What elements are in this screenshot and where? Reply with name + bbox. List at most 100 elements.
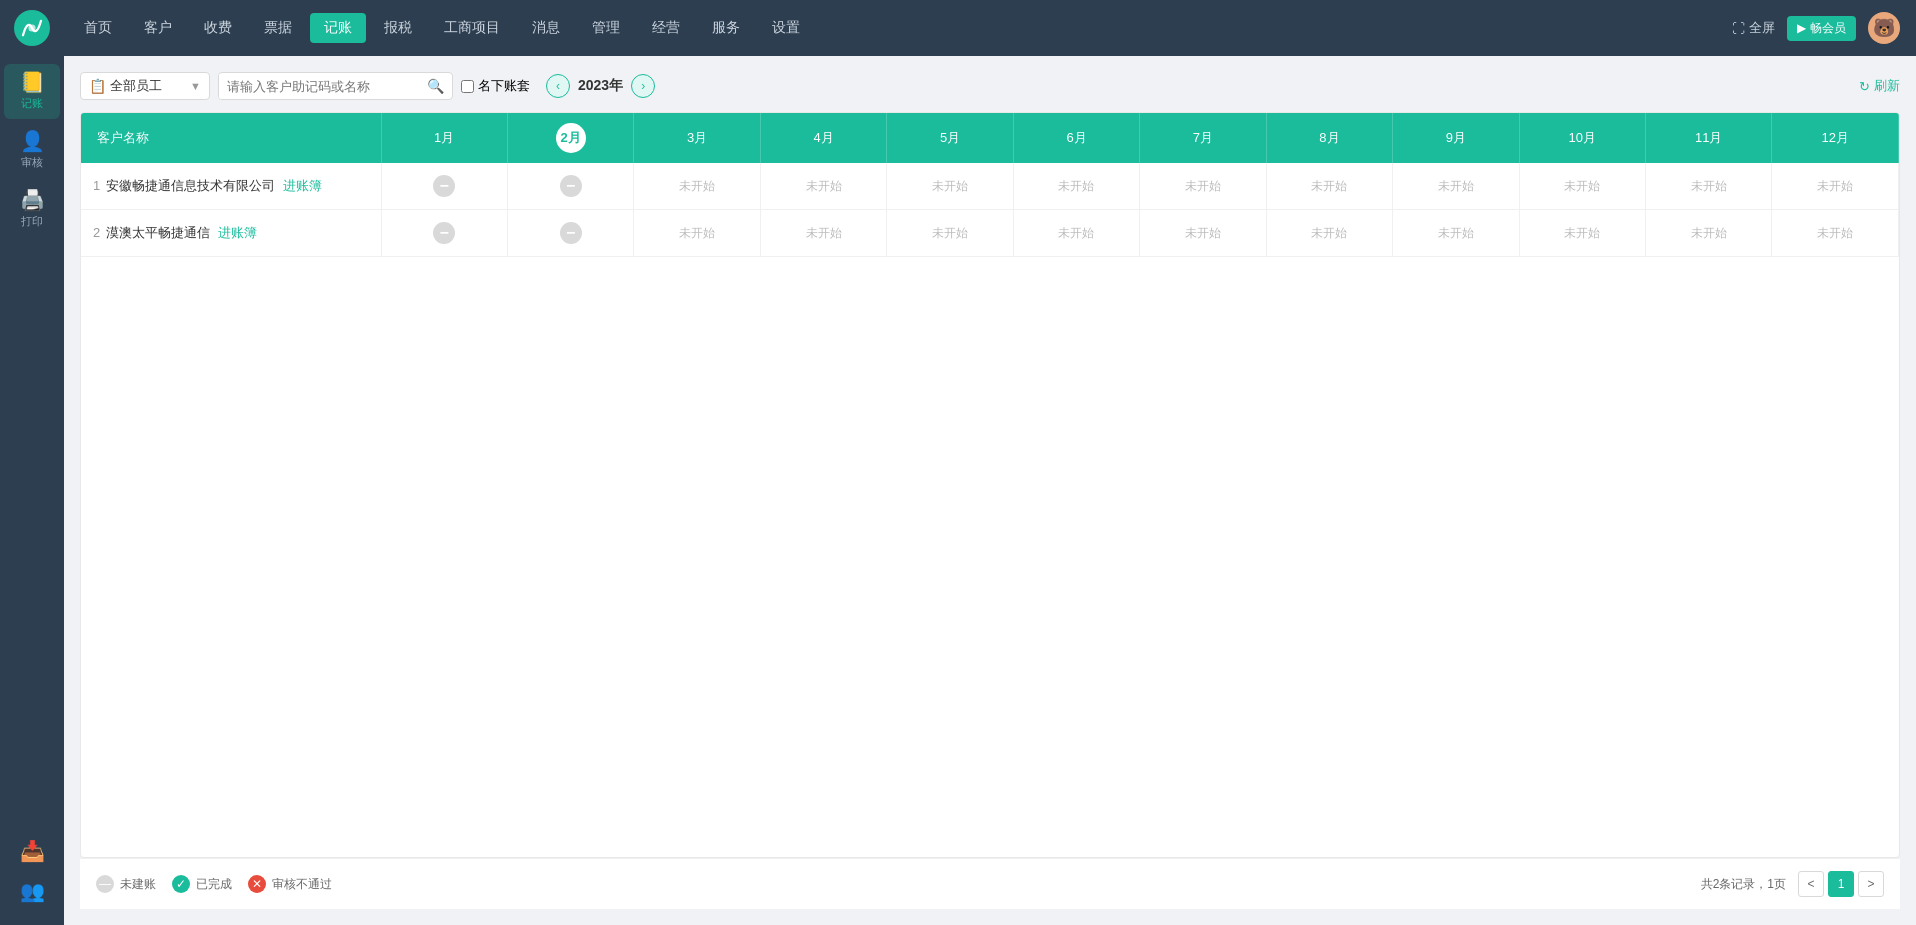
not-started-text: 未开始 (1817, 179, 1853, 193)
month-cell-10: 未开始 (1519, 210, 1645, 257)
prev-page-button[interactable]: < (1798, 871, 1824, 897)
main-content: 📋 全部员工 ▼ 🔍 名下账套 ‹ 2023年 › ↻ 刷新 (64, 56, 1916, 925)
nav-right-actions: ⛶ 全屏 ▶ 畅会员 🐻 (1732, 12, 1900, 44)
month-cell-2[interactable]: − (507, 163, 633, 210)
customer-name: 漠澳太平畅捷通信 (106, 225, 210, 240)
nav-home[interactable]: 首页 (70, 13, 126, 43)
nav-business[interactable]: 工商项目 (430, 13, 514, 43)
subordinate-checkbox[interactable] (461, 80, 474, 93)
col-header-jan: 1月 (381, 113, 507, 163)
month-cell-11: 未开始 (1646, 210, 1772, 257)
bookkeeping-icon: 📒 (20, 72, 45, 92)
not-started-text: 未开始 (1691, 226, 1727, 240)
row-number: 1 (93, 178, 100, 193)
month-cell-12: 未开始 (1772, 163, 1899, 210)
col-header-jun: 6月 (1013, 113, 1139, 163)
not-started-text: 未开始 (1564, 179, 1600, 193)
sidebar-item-download[interactable]: 📥 (4, 833, 60, 869)
col-header-mar: 3月 (634, 113, 760, 163)
left-sidebar: 📒 记账 👤 审核 🖨️ 打印 📥 👥 (0, 56, 64, 925)
month-cell-8: 未开始 (1266, 210, 1392, 257)
nav-customer[interactable]: 客户 (130, 13, 186, 43)
year-navigation: ‹ 2023年 › (546, 74, 655, 98)
not-started-text: 未开始 (1185, 179, 1221, 193)
nav-service[interactable]: 服务 (698, 13, 754, 43)
search-wrap: 🔍 (218, 72, 453, 100)
not-started-text: 未开始 (932, 179, 968, 193)
month-cell-1[interactable]: − (381, 210, 507, 257)
table-row: 2漠澳太平畅捷通信进账簿−−未开始未开始未开始未开始未开始未开始未开始未开始未开… (81, 210, 1899, 257)
nav-operations[interactable]: 经营 (638, 13, 694, 43)
col-header-aug: 8月 (1266, 113, 1392, 163)
search-button[interactable]: 🔍 (419, 73, 452, 99)
not-started-text: 未开始 (1058, 226, 1094, 240)
nav-messages[interactable]: 消息 (518, 13, 574, 43)
not-started-text: 未开始 (1438, 179, 1474, 193)
month-cell-4: 未开始 (760, 210, 886, 257)
subordinate-checkbox-wrap[interactable]: 名下账套 (461, 77, 530, 95)
print-icon: 🖨️ (20, 190, 45, 210)
year-next-button[interactable]: › (631, 74, 655, 98)
refresh-label: 刷新 (1874, 77, 1900, 95)
month-cell-9: 未开始 (1393, 163, 1519, 210)
sidebar-bottom: 📥 👥 (4, 833, 60, 909)
sidebar-item-print[interactable]: 🖨️ 打印 (4, 182, 60, 237)
active-month-circle: 2月 (556, 123, 586, 153)
not-started-text: 未开始 (1058, 179, 1094, 193)
nav-tax[interactable]: 报税 (370, 13, 426, 43)
legend-teal-icon: ✓ (172, 875, 190, 893)
fullscreen-button[interactable]: ⛶ 全屏 (1732, 19, 1775, 37)
account-table: 客户名称 1月 2月 3月 4月 5月 6月 7月 8月 9月 10月 11月 … (81, 113, 1899, 257)
sidebar-item-team[interactable]: 👥 (4, 873, 60, 909)
vip-button[interactable]: ▶ 畅会员 (1787, 16, 1856, 41)
month-cell-5: 未开始 (887, 210, 1013, 257)
not-started-text: 未开始 (1311, 179, 1347, 193)
legend-completed: ✓ 已完成 (172, 875, 232, 893)
sidebar-item-audit[interactable]: 👤 审核 (4, 123, 60, 178)
employee-select[interactable]: 📋 全部员工 ▼ (80, 72, 210, 100)
year-prev-button[interactable]: ‹ (546, 74, 570, 98)
refresh-button[interactable]: ↻ 刷新 (1859, 77, 1900, 95)
download-icon: 📥 (20, 841, 45, 861)
search-input[interactable] (219, 74, 419, 99)
month-cell-1[interactable]: − (381, 163, 507, 210)
not-started-text: 未开始 (1185, 226, 1221, 240)
col-header-sep: 9月 (1393, 113, 1519, 163)
nav-bookkeeping[interactable]: 记账 (310, 13, 366, 43)
nav-invoice[interactable]: 票据 (250, 13, 306, 43)
sidebar-bookkeeping-label: 记账 (21, 96, 43, 111)
legend-completed-label: 已完成 (196, 876, 232, 893)
not-started-text: 未开始 (806, 226, 842, 240)
nav-billing[interactable]: 收费 (190, 13, 246, 43)
nav-management[interactable]: 管理 (578, 13, 634, 43)
employee-icon: 📋 (89, 78, 106, 94)
legend-gray-icon: — (96, 875, 114, 893)
month-cell-5: 未开始 (887, 163, 1013, 210)
account-table-wrap: 客户名称 1月 2月 3月 4月 5月 6月 7月 8月 9月 10月 11月 … (80, 112, 1900, 858)
month-cell-10: 未开始 (1519, 163, 1645, 210)
pagination-info: 共2条记录，1页 (1701, 876, 1786, 893)
not-started-text: 未开始 (1817, 226, 1853, 240)
legend-red-icon: ✕ (248, 875, 266, 893)
col-header-jul: 7月 (1140, 113, 1266, 163)
month-cell-2[interactable]: − (507, 210, 633, 257)
col-header-customer: 客户名称 (81, 113, 381, 163)
toolbar: 📋 全部员工 ▼ 🔍 名下账套 ‹ 2023年 › ↻ 刷新 (80, 72, 1900, 100)
col-header-feb: 2月 (507, 113, 633, 163)
row-number: 2 (93, 225, 100, 240)
enter-ledger-link[interactable]: 进账簿 (218, 225, 257, 240)
sidebar-item-bookkeeping[interactable]: 📒 记账 (4, 64, 60, 119)
current-page-button[interactable]: 1 (1828, 871, 1854, 897)
app-logo[interactable] (0, 0, 64, 56)
table-footer: — 未建账 ✓ 已完成 ✕ 审核不通过 共2条记录，1页 < 1 > (80, 858, 1900, 909)
legend-not-created: — 未建账 (96, 875, 156, 893)
status-dash-icon: − (560, 175, 582, 197)
nav-settings[interactable]: 设置 (758, 13, 814, 43)
enter-ledger-link[interactable]: 进账簿 (283, 178, 322, 193)
legend-not-created-label: 未建账 (120, 876, 156, 893)
fullscreen-label: 全屏 (1749, 19, 1775, 37)
user-avatar[interactable]: 🐻 (1868, 12, 1900, 44)
fullscreen-icon: ⛶ (1732, 21, 1745, 36)
vip-label: 畅会员 (1810, 20, 1846, 37)
next-page-button[interactable]: > (1858, 871, 1884, 897)
